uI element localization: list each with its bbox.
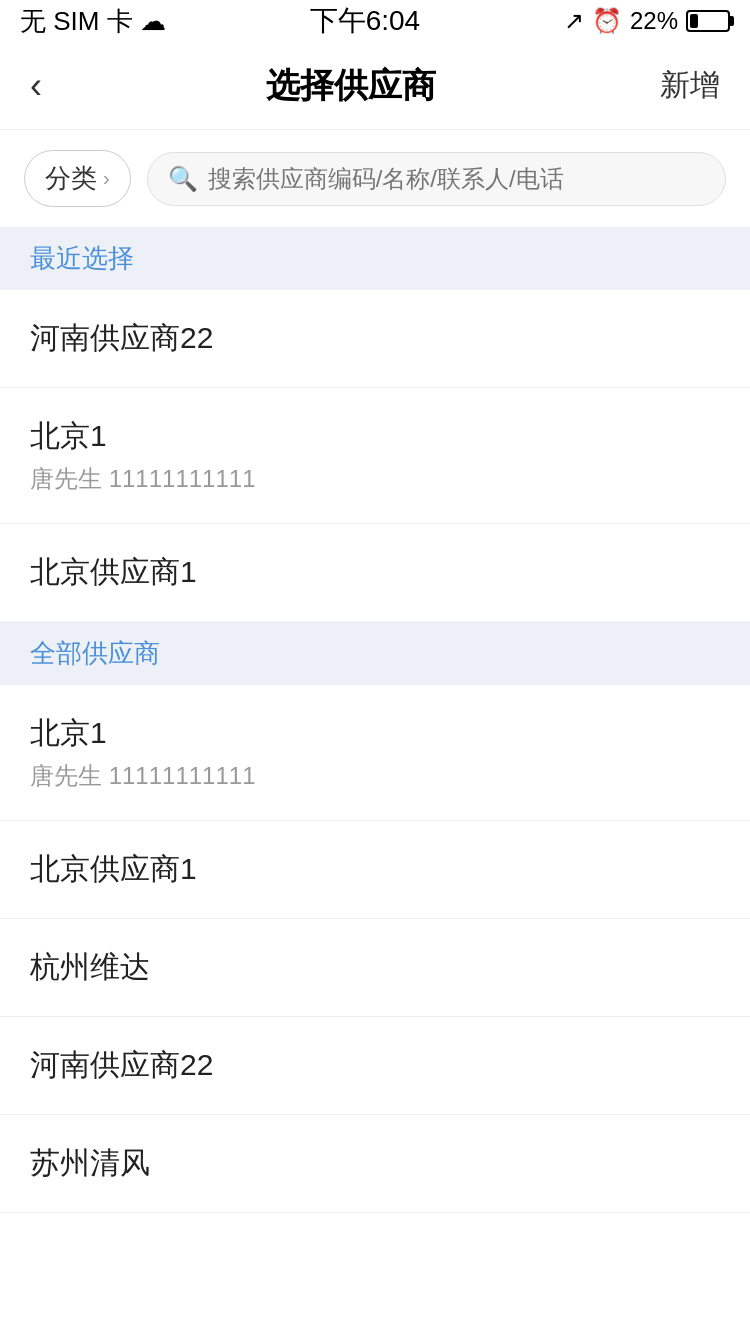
status-left: 无 SIM 卡 ☁ bbox=[20, 4, 166, 39]
list-item[interactable]: 北京1 唐先生 11111111111 bbox=[0, 388, 750, 524]
status-bar: 无 SIM 卡 ☁ 下午6:04 ↗ ⏰ 22% bbox=[0, 0, 750, 42]
list-item[interactable]: 杭州维达 bbox=[0, 919, 750, 1017]
category-label: 分类 bbox=[45, 161, 97, 196]
location-icon: ↗ bbox=[564, 7, 584, 35]
list-item[interactable]: 河南供应商22 bbox=[0, 290, 750, 388]
search-box[interactable]: 🔍 bbox=[147, 152, 726, 206]
item-name: 北京供应商1 bbox=[30, 849, 720, 890]
filter-bar: 分类 › 🔍 bbox=[0, 130, 750, 227]
list-item[interactable]: 北京供应商1 bbox=[0, 821, 750, 919]
nav-bar: ‹ 选择供应商 新增 bbox=[0, 42, 750, 130]
list-item[interactable]: 北京1 唐先生 11111111111 bbox=[0, 685, 750, 821]
list-item[interactable]: 河南供应商22 bbox=[0, 1017, 750, 1115]
item-name: 河南供应商22 bbox=[30, 318, 720, 359]
recent-list: 河南供应商22 北京1 唐先生 11111111111 北京供应商1 bbox=[0, 290, 750, 622]
item-sub: 唐先生 11111111111 bbox=[30, 760, 720, 792]
status-time: 下午6:04 bbox=[310, 2, 421, 40]
search-icon: 🔍 bbox=[168, 165, 198, 193]
list-item[interactable]: 苏州清风 bbox=[0, 1115, 750, 1213]
category-button[interactable]: 分类 › bbox=[24, 150, 131, 207]
list-item[interactable]: 北京供应商1 bbox=[0, 524, 750, 622]
all-list: 北京1 唐先生 11111111111 北京供应商1 杭州维达河南供应商22 苏州清风 bbox=[0, 685, 750, 1213]
add-button[interactable]: 新增 bbox=[660, 65, 720, 106]
item-sub: 唐先生 11111111111 bbox=[30, 463, 720, 495]
battery-icon bbox=[686, 10, 730, 32]
recent-section-header: 最近选择 bbox=[0, 227, 750, 290]
item-name: 杭州维达 bbox=[30, 947, 720, 988]
item-name: 北京1 bbox=[30, 416, 720, 457]
chevron-icon: › bbox=[103, 167, 110, 190]
page-title: 选择供应商 bbox=[266, 63, 436, 109]
search-input[interactable] bbox=[208, 165, 705, 193]
battery-percent: 22% bbox=[630, 7, 678, 35]
alarm-icon: ⏰ bbox=[592, 7, 622, 35]
status-right: ↗ ⏰ 22% bbox=[564, 7, 730, 35]
item-name: 河南供应商22 bbox=[30, 1045, 720, 1086]
all-section-header: 全部供应商 bbox=[0, 622, 750, 685]
all-section-label: 全部供应商 bbox=[30, 638, 160, 668]
item-name: 苏州清风 bbox=[30, 1143, 720, 1184]
back-button[interactable]: ‹ bbox=[30, 65, 42, 107]
item-name: 北京供应商1 bbox=[30, 552, 720, 593]
item-name: 北京1 bbox=[30, 713, 720, 754]
recent-section-label: 最近选择 bbox=[30, 243, 134, 273]
battery-fill bbox=[690, 14, 698, 28]
